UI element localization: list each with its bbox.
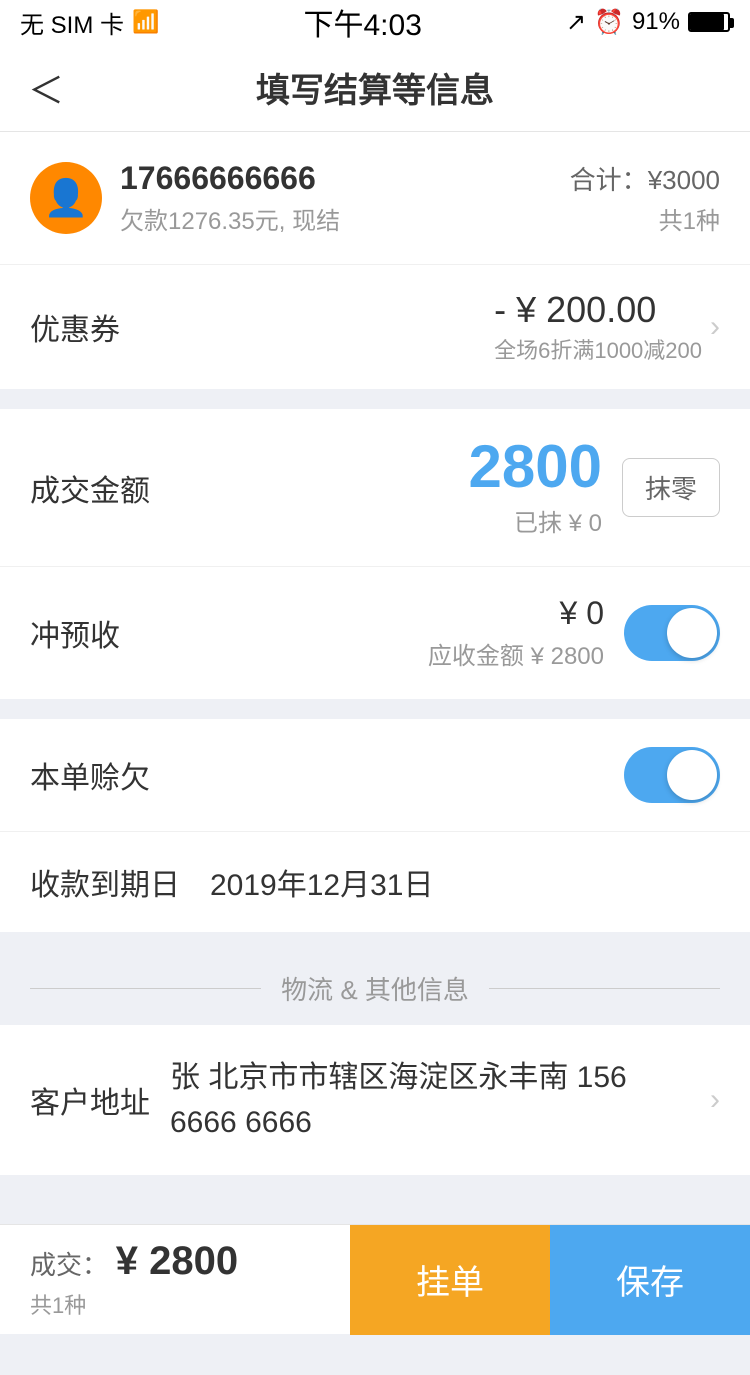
footer-summary: 成交： ¥ 2800 共1种 — [0, 1239, 350, 1320]
amount-value: 2800 — [469, 437, 602, 497]
pre-collection-sub: 应收金额 ¥ 2800 — [428, 636, 604, 671]
coupon-discount: - ¥ 200.00 — [494, 289, 702, 331]
due-date-label: 收款到期日 — [30, 860, 180, 904]
due-date-value: 2019年12月31日 — [210, 860, 433, 904]
address-label: 客户地址 — [30, 1078, 150, 1122]
amount-sub: 已抹 ¥ 0 — [469, 503, 602, 538]
amount-right: 2800 已抹 ¥ 0 抹零 — [469, 437, 721, 538]
no-sim-text: 无 SIM 卡 — [20, 5, 124, 40]
pre-collection-toggle[interactable] — [624, 605, 720, 661]
back-icon: ＜ — [28, 70, 64, 111]
credit-label: 本单赊欠 — [30, 753, 150, 797]
amount-row: 成交金额 2800 已抹 ¥ 0 抹零 — [0, 409, 750, 566]
credit-toggle[interactable] — [624, 747, 720, 803]
back-button[interactable]: ＜ — [28, 62, 64, 114]
page-title: 填写结算等信息 — [256, 63, 494, 112]
logistics-line-left — [30, 988, 261, 989]
logistics-header: 物流 & 其他信息 — [0, 952, 750, 1025]
pre-collection-value: ¥ 0 — [428, 595, 604, 632]
pre-collection-label: 冲预收 — [30, 611, 120, 655]
nav-bar: ＜ 填写结算等信息 — [0, 44, 750, 132]
footer-summary-row: 成交： ¥ 2800 — [30, 1239, 320, 1284]
total-count: 共1种 — [570, 201, 720, 236]
section-divider-2 — [0, 699, 750, 719]
avatar: 👤 — [30, 162, 102, 234]
user-details: 17666666666 欠款1276.35元, 现结 — [120, 160, 340, 236]
logistics-line-right — [489, 988, 720, 989]
battery-text: 91% — [632, 8, 680, 36]
status-right: ↗ ⏰ 91% — [566, 8, 730, 37]
pre-collection-right: ¥ 0 应收金额 ¥ 2800 — [428, 595, 720, 671]
status-bar: 无 SIM 卡 📶 下午4:03 ↗ ⏰ 91% — [0, 0, 750, 44]
pre-collection-value-wrap: ¥ 0 应收金额 ¥ 2800 — [428, 595, 604, 671]
coupon-row[interactable]: 优惠券 - ¥ 200.00 全场6折满1000减200 › — [0, 264, 750, 389]
total-value-inline: ¥3000 — [648, 165, 720, 195]
alarm-icon: ⏰ — [594, 8, 624, 37]
user-info-row: 👤 17666666666 欠款1276.35元, 现结 合计：¥3000 共1… — [30, 160, 720, 236]
footer-summary-label: 成交： — [30, 1250, 108, 1280]
amount-value-wrap: 2800 已抹 ¥ 0 — [469, 437, 602, 538]
user-left: 👤 17666666666 欠款1276.35元, 现结 — [30, 160, 340, 236]
coupon-chevron-icon: › — [710, 310, 720, 344]
footer-summary-amount: ¥ 2800 — [116, 1239, 238, 1283]
coupon-right: - ¥ 200.00 全场6折满1000减200 › — [494, 289, 720, 365]
toggle-knob — [667, 608, 717, 658]
coupon-value-wrap: - ¥ 200.00 全场6折满1000减200 — [494, 289, 702, 365]
total-label: 合计：¥3000 — [570, 160, 720, 197]
section-divider-3 — [0, 932, 750, 952]
user-info-card: 👤 17666666666 欠款1276.35元, 现结 合计：¥3000 共1… — [0, 132, 750, 264]
pre-collection-row: 冲预收 ¥ 0 应收金额 ¥ 2800 — [0, 566, 750, 699]
user-right: 合计：¥3000 共1种 — [570, 160, 720, 236]
user-phone: 17666666666 — [120, 160, 340, 197]
hold-button[interactable]: 挂单 — [350, 1225, 550, 1335]
amount-label: 成交金额 — [30, 466, 150, 510]
due-date-row: 收款到期日 2019年12月31日 — [0, 831, 750, 932]
battery-icon — [688, 12, 730, 32]
location-icon: ↗ — [566, 8, 586, 37]
credit-row: 本单赊欠 — [0, 719, 750, 831]
address-chevron-icon: › — [710, 1083, 720, 1117]
coupon-label: 优惠券 — [30, 305, 120, 349]
footer-summary-count: 共1种 — [30, 1288, 320, 1320]
credit-toggle-knob — [667, 750, 717, 800]
address-value: 张 北京市市辖区海淀区永丰南 156 6666 6666 — [170, 1055, 690, 1145]
logistics-section-label: 物流 & 其他信息 — [281, 970, 469, 1007]
status-time: 下午4:03 — [303, 0, 421, 44]
footer: 成交： ¥ 2800 共1种 挂单 保存 — [0, 1224, 750, 1334]
status-left: 无 SIM 卡 📶 — [20, 5, 159, 40]
save-button[interactable]: 保存 — [550, 1225, 750, 1335]
round-zero-button[interactable]: 抹零 — [622, 458, 720, 517]
address-row[interactable]: 客户地址 张 北京市市辖区海淀区永丰南 156 6666 6666 › — [0, 1025, 750, 1175]
section-divider-1 — [0, 389, 750, 409]
coupon-sub: 全场6折满1000减200 — [494, 333, 702, 365]
wifi-icon: 📶 — [132, 9, 159, 35]
user-sub: 欠款1276.35元, 现结 — [120, 201, 340, 236]
